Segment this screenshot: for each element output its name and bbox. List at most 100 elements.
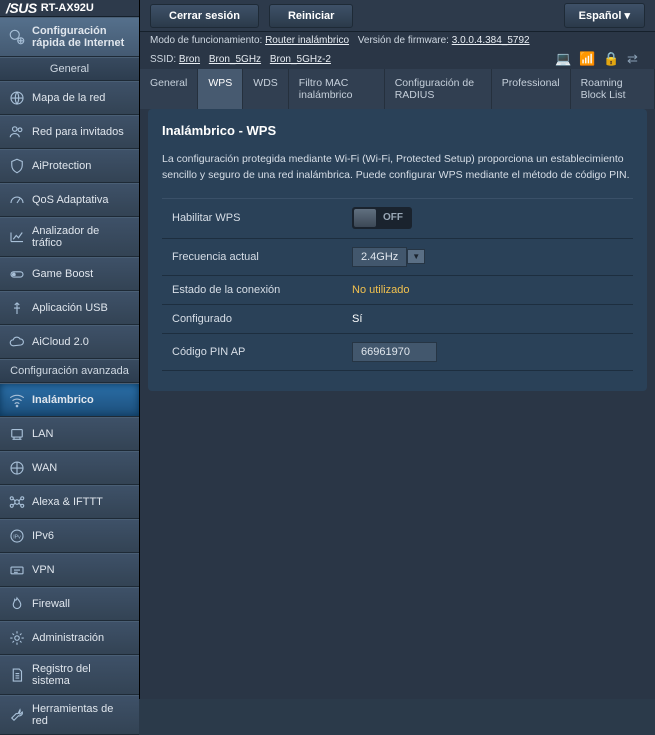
lan-icon <box>8 425 26 443</box>
settings-table: Habilitar WPS OFF Frecuencia actual 2.4G… <box>162 198 633 371</box>
sidebar-item-label: Aplicación USB <box>32 302 108 314</box>
sidebar-item-aiprotection[interactable]: AiProtection <box>0 149 139 183</box>
sidebar-item-label: Red para invitados <box>32 126 124 138</box>
sidebar-item-label: Analizador de tráfico <box>32 225 131 249</box>
wifi-icon <box>8 391 26 409</box>
sidebar: /SUS RT-AX92U Configuración rápida de In… <box>0 0 140 699</box>
sidebar-item-vpn[interactable]: VPN <box>0 553 139 587</box>
row-configured: Configurado Sí <box>162 304 633 333</box>
tab-wds[interactable]: WDS <box>243 69 289 109</box>
svg-text:IPv: IPv <box>13 534 21 540</box>
chevron-down-icon: ▼ <box>407 249 425 264</box>
logo-row: /SUS RT-AX92U <box>0 0 139 17</box>
usb-icon <box>8 299 26 317</box>
sidebar-item-label: Firewall <box>32 598 70 610</box>
ap-pin-input[interactable]: 66961970 <box>352 342 437 362</box>
row-connection-state: Estado de la conexión No utilizado <box>162 275 633 304</box>
globe-icon <box>8 459 26 477</box>
sidebar-quick-internet-setup[interactable]: Configuración rápida de Internet <box>0 17 139 57</box>
connection-state-value: No utilizado <box>352 284 409 296</box>
sidebar-item-alexa-ifttt[interactable]: Alexa & IFTTT <box>0 485 139 519</box>
chart-icon <box>8 228 26 246</box>
language-selector[interactable]: Español ▾ <box>564 3 645 28</box>
sidebar-item-traffic-analyzer[interactable]: Analizador de tráfico <box>0 217 139 257</box>
status-icons: 💻 📶 🔒 ⇄ <box>543 49 655 69</box>
sidebar-item-label: AiCloud 2.0 <box>32 336 89 348</box>
sidebar-item-label: QoS Adaptativa <box>32 194 108 206</box>
sidebar-item-game-boost[interactable]: Game Boost <box>0 257 139 291</box>
cloud-icon <box>8 333 26 351</box>
tab-general[interactable]: General <box>140 69 198 109</box>
shield-icon <box>8 157 26 175</box>
flame-icon <box>8 595 26 613</box>
configured-value: Sí <box>342 304 633 333</box>
usb-status-icon[interactable]: ⇄ <box>627 51 643 65</box>
sidebar-item-label: VPN <box>32 564 55 576</box>
tab-professional[interactable]: Professional <box>492 69 571 109</box>
sidebar-item-wan[interactable]: WAN <box>0 451 139 485</box>
sidebar-item-label: Inalámbrico <box>32 394 94 406</box>
operation-mode-link[interactable]: Router inalámbrico <box>265 35 349 46</box>
sidebar-item-label: IPv6 <box>32 530 54 542</box>
sidebar-item-label: Game Boost <box>32 268 93 280</box>
signal-icon[interactable]: 🔒 <box>603 51 619 65</box>
sidebar-item-system-log[interactable]: Registro del sistema <box>0 655 139 695</box>
frequency-select[interactable]: 2.4GHz ▼ <box>352 247 425 267</box>
row-frequency: Frecuencia actual 2.4GHz ▼ <box>162 238 633 275</box>
sidebar-item-label: AiProtection <box>32 160 91 172</box>
sidebar-item-aicloud[interactable]: AiCloud 2.0 <box>0 325 139 359</box>
sidebar-item-label: Configuración rápida de Internet <box>32 25 131 49</box>
sidebar-item-network-map[interactable]: Mapa de la red <box>0 81 139 115</box>
globe-icon <box>8 89 26 107</box>
sidebar-item-label: Registro del sistema <box>32 663 131 687</box>
tab-radius[interactable]: Configuración de RADIUS <box>385 69 492 109</box>
sidebar-item-qos[interactable]: QoS Adaptativa <box>0 183 139 217</box>
brand-logo: /SUS <box>6 0 37 16</box>
sidebar-item-lan[interactable]: LAN <box>0 417 139 451</box>
sidebar-item-guest-network[interactable]: Red para invitados <box>0 115 139 149</box>
sidebar-item-label: Herramientas de red <box>32 703 131 727</box>
sidebar-item-wireless[interactable]: Inalámbrico <box>0 383 139 417</box>
page-description: La configuración protegida mediante Wi-F… <box>162 152 633 184</box>
firmware-version-link[interactable]: 3.0.0.4.384_5792 <box>452 35 530 46</box>
tabs: General WPS WDS Filtro MAC inalámbrico C… <box>140 69 655 109</box>
row-ap-pin: Código PIN AP 66961970 <box>162 333 633 370</box>
sidebar-item-network-tools[interactable]: Herramientas de red <box>0 695 139 735</box>
users-icon <box>8 123 26 141</box>
ssid-line: SSID: Bron Bron_5GHz Bron_5GHz-2 <box>140 51 543 68</box>
logout-button[interactable]: Cerrar sesión <box>150 4 259 28</box>
sidebar-item-firewall[interactable]: Firewall <box>0 587 139 621</box>
operation-mode-line: Modo de funcionamiento: Router inalámbri… <box>140 32 655 49</box>
page-title: Inalámbrico - WPS <box>162 123 633 138</box>
topbar: Cerrar sesión Reiniciar Español ▾ <box>140 0 655 32</box>
gear-icon <box>8 629 26 647</box>
chevron-down-icon: ▾ <box>624 10 630 22</box>
wps-toggle[interactable]: OFF <box>352 207 412 229</box>
row-enable-wps: Habilitar WPS OFF <box>162 198 633 238</box>
sidebar-item-label: Administración <box>32 632 104 644</box>
content-area: Inalámbrico - WPS La configuración prote… <box>148 109 647 391</box>
sidebar-item-usb-app[interactable]: Aplicación USB <box>0 291 139 325</box>
sidebar-item-label: Alexa & IFTTT <box>32 496 103 508</box>
ipv6-icon: IPv <box>8 527 26 545</box>
globe-gear-icon <box>8 28 26 46</box>
wifi-status-icon[interactable]: 📶 <box>579 51 595 65</box>
tab-mac-filter[interactable]: Filtro MAC inalámbrico <box>289 69 385 109</box>
toggle-knob <box>354 209 376 227</box>
sidebar-item-ipv6[interactable]: IPv IPv6 <box>0 519 139 553</box>
main-panel: Cerrar sesión Reiniciar Español ▾ Modo d… <box>140 0 655 699</box>
gamepad-icon <box>8 265 26 283</box>
sidebar-item-label: Mapa de la red <box>32 92 105 104</box>
reboot-button[interactable]: Reiniciar <box>269 4 353 28</box>
tab-roaming-block[interactable]: Roaming Block List <box>571 69 655 109</box>
model-name: RT-AX92U <box>41 2 94 14</box>
tab-wps[interactable]: WPS <box>198 69 243 109</box>
wrench-icon <box>8 706 26 724</box>
sidebar-item-label: LAN <box>32 428 53 440</box>
sidebar-header-advanced: Configuración avanzada <box>0 359 139 383</box>
document-icon <box>8 666 26 684</box>
vpn-icon <box>8 561 26 579</box>
sidebar-item-administration[interactable]: Administración <box>0 621 139 655</box>
toggle-state-text: OFF <box>376 212 410 223</box>
device-icon[interactable]: 💻 <box>555 51 571 65</box>
